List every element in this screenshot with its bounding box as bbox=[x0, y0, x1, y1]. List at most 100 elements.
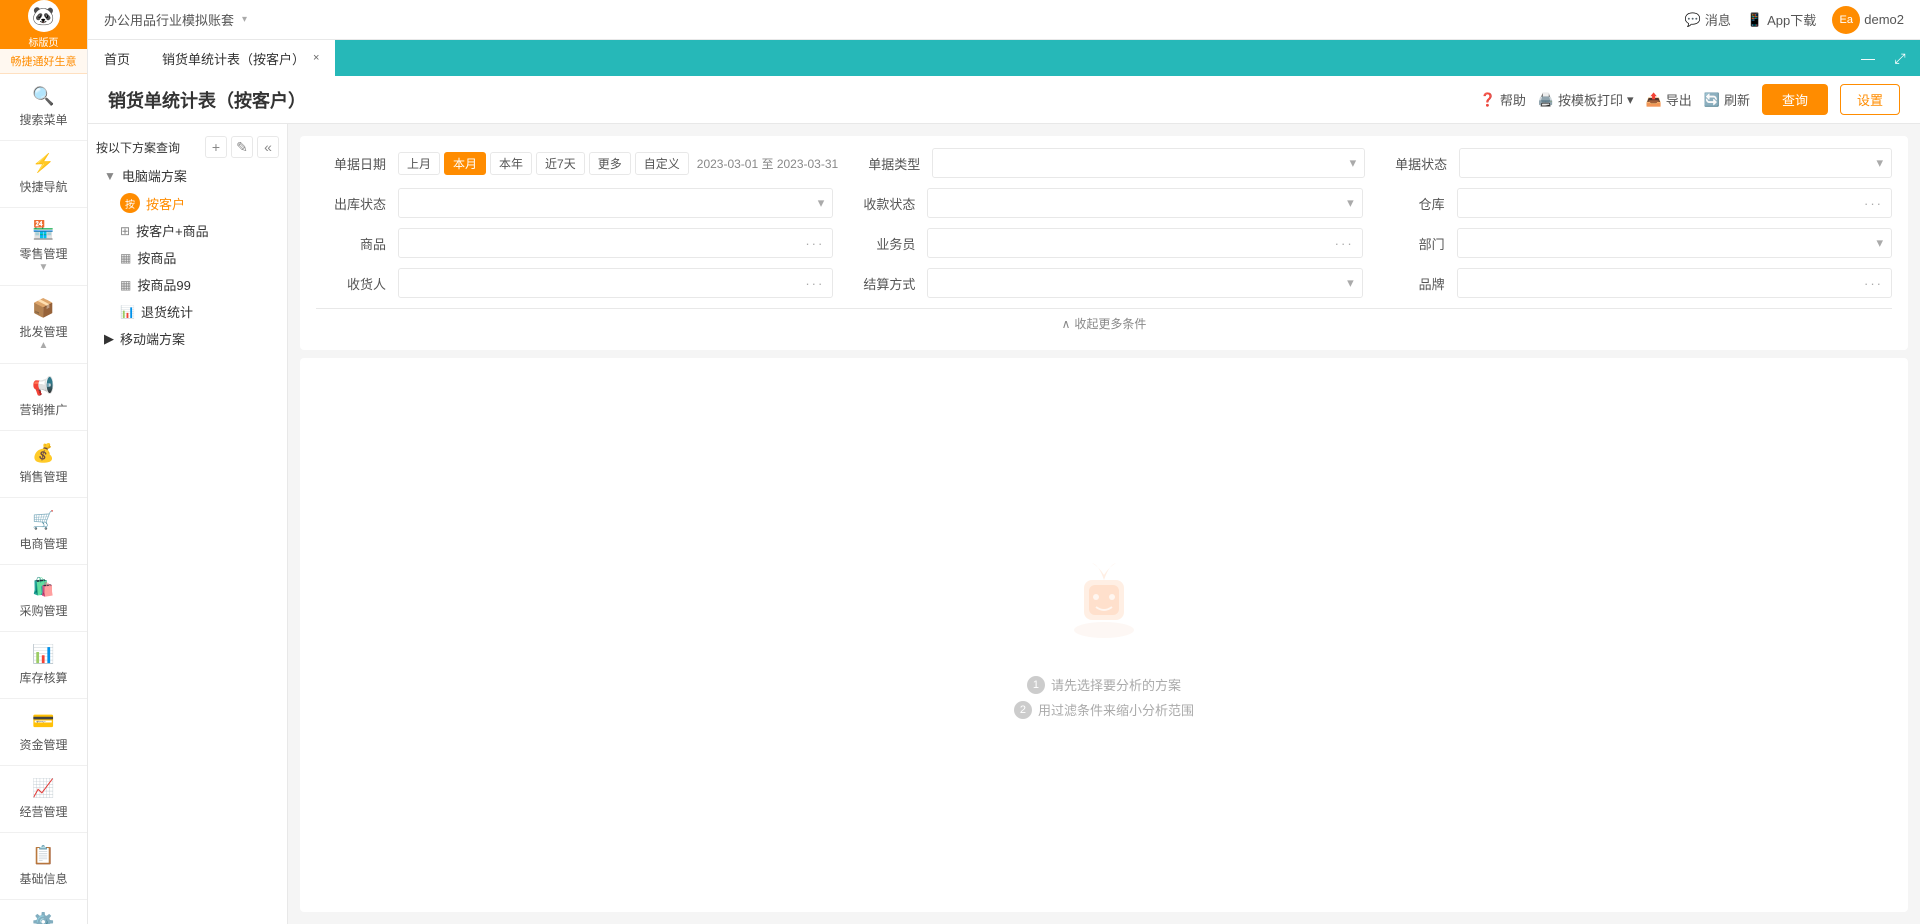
inventory-icon: 📊 bbox=[32, 644, 54, 665]
tab-home[interactable]: 首页 bbox=[88, 40, 146, 76]
sidebar-item-quicknav[interactable]: ⚡ 快捷导航 bbox=[0, 141, 88, 208]
message-btn[interactable]: 💬 消息 bbox=[1685, 10, 1731, 29]
tab-close-btn[interactable]: × bbox=[313, 52, 319, 64]
collapse-bar[interactable]: ∧ 收起更多条件 bbox=[316, 308, 1892, 338]
table2-icon: ▦ bbox=[120, 278, 131, 292]
date-range-display: 2023-03-01 至 2023-03-31 bbox=[697, 155, 838, 172]
tab-minimize-btn[interactable]: — bbox=[1856, 46, 1880, 70]
content: 销货单统计表（按客户） ❓ 帮助 🖨️ 按模板打印 ▾ 📤 导出 🔄 刷新 bbox=[88, 76, 1920, 924]
date-btn-more[interactable]: 更多 bbox=[589, 152, 631, 175]
filter-row-4: 收货人 ··· 结算方式 ▾ 品牌 ··· bbox=[316, 268, 1892, 298]
settings-button[interactable]: 设置 bbox=[1840, 84, 1900, 115]
goods-input[interactable]: ··· bbox=[398, 228, 833, 258]
sidebar-item-basic[interactable]: 📋 基础信息 bbox=[0, 833, 88, 900]
page-title: 销货单统计表（按客户） bbox=[108, 87, 306, 113]
sidebar-item-finance[interactable]: 💳 资金管理 bbox=[0, 699, 88, 766]
tree-child-goods99[interactable]: ▦ 按商品99 bbox=[88, 271, 287, 298]
order-status-label: 单据状态 bbox=[1377, 154, 1447, 173]
sidebar-item-ecommerce[interactable]: 🛒 电商管理 bbox=[0, 498, 88, 565]
filter-row-1: 单据日期 上月 本月 本年 近7天 更多 自定义 2023-03-01 至 20… bbox=[316, 148, 1892, 178]
export-btn[interactable]: 📤 导出 bbox=[1646, 90, 1692, 109]
table-icon: ▦ bbox=[120, 251, 131, 265]
department-label: 部门 bbox=[1375, 234, 1445, 253]
tree-child-by-goods[interactable]: ▦ 按商品 bbox=[88, 244, 287, 271]
refresh-btn[interactable]: 🔄 刷新 bbox=[1704, 90, 1750, 109]
order-status-arrow: ▾ bbox=[1876, 155, 1883, 171]
collapse-icon: ∧ bbox=[1062, 317, 1071, 331]
sidebar-label: 零售管理 bbox=[19, 245, 67, 262]
query-button[interactable]: 查询 bbox=[1762, 84, 1828, 115]
hint-num-1: 1 bbox=[1027, 676, 1045, 694]
date-btn-custom[interactable]: 自定义 bbox=[635, 152, 689, 175]
date-btn-last-month[interactable]: 上月 bbox=[398, 152, 440, 175]
filter-area: 单据日期 上月 本月 本年 近7天 更多 自定义 2023-03-01 至 20… bbox=[300, 136, 1908, 350]
payment-arrow: ▾ bbox=[1347, 195, 1354, 211]
salesperson-input[interactable]: ··· bbox=[927, 228, 1362, 258]
grid-icon: ⊞ bbox=[120, 224, 130, 238]
topbar-right: 💬 消息 📱 App下载 Ea demo2 bbox=[1685, 6, 1904, 34]
tab-sales-stats[interactable]: 销货单统计表（按客户） × bbox=[146, 40, 335, 76]
tree-child-return-stats[interactable]: 📊 退货统计 bbox=[88, 298, 287, 325]
quicknav-icon: ⚡ bbox=[32, 153, 54, 174]
sidebar-item-inventory[interactable]: 📊 库存核算 bbox=[0, 632, 88, 699]
help-btn[interactable]: ❓ 帮助 bbox=[1480, 90, 1526, 109]
logo-icon: 🐼 bbox=[28, 0, 60, 32]
logo-text: 标版页 bbox=[29, 34, 59, 49]
tab-maximize-btn[interactable]: ⤢ bbox=[1888, 46, 1912, 70]
tree-child-customer-goods[interactable]: ⊞ 按客户+商品 bbox=[88, 217, 287, 244]
sidebar-label: 经营管理 bbox=[19, 803, 67, 820]
date-btn-this-month[interactable]: 本月 bbox=[444, 152, 486, 175]
sidebar-item-search[interactable]: 🔍 搜索菜单 bbox=[0, 74, 88, 141]
empty-illustration bbox=[1054, 545, 1154, 659]
topbar: 办公用品行业模拟账套 ▾ 💬 消息 📱 App下载 Ea demo2 bbox=[88, 0, 1920, 40]
tree-section-mobile[interactable]: ▶ 移动端方案 bbox=[88, 325, 287, 352]
payment-select[interactable]: ▾ bbox=[927, 188, 1362, 218]
ecommerce-icon: 🛒 bbox=[32, 510, 54, 531]
edit-scheme-btn[interactable]: ✎ bbox=[231, 136, 253, 158]
sidebar-label: 基础信息 bbox=[19, 870, 67, 887]
tab-right-buttons: — ⤢ bbox=[1856, 46, 1920, 70]
print-template-btn[interactable]: 🖨️ 按模板打印 ▾ bbox=[1538, 90, 1634, 109]
outbound-label: 出库状态 bbox=[316, 194, 386, 213]
brand-input[interactable]: ··· bbox=[1457, 268, 1892, 298]
settlement-select[interactable]: ▾ bbox=[927, 268, 1362, 298]
date-btn-7days[interactable]: 近7天 bbox=[536, 152, 585, 175]
date-label: 单据日期 bbox=[316, 154, 386, 173]
operation-icon: 📈 bbox=[32, 778, 54, 799]
sidebar-item-operation[interactable]: 📈 经营管理 bbox=[0, 766, 88, 833]
avatar: Ea bbox=[1832, 6, 1860, 34]
sidebar-item-wholesale[interactable]: 📦 批发管理 ▲ bbox=[0, 286, 88, 364]
print-icon: 🖨️ bbox=[1538, 92, 1554, 108]
sidebar-item-marketing[interactable]: 📢 营销推广 bbox=[0, 364, 88, 431]
brand-label: 品牌 bbox=[1375, 274, 1445, 293]
download-icon: 📱 bbox=[1747, 12, 1763, 28]
order-status-select[interactable]: ▾ bbox=[1459, 148, 1892, 178]
app-dropdown-arrow[interactable]: ▾ bbox=[242, 14, 247, 25]
sidebar-item-system[interactable]: ⚙️ 系统管理 bbox=[0, 900, 88, 924]
consignee-label: 收货人 bbox=[316, 274, 386, 293]
empty-state: 1 请先选择要分析的方案 2 用过滤条件来缩小分析范围 bbox=[300, 358, 1908, 912]
right-panel: 单据日期 上月 本月 本年 近7天 更多 自定义 2023-03-01 至 20… bbox=[288, 124, 1920, 924]
order-type-select[interactable]: ▾ bbox=[932, 148, 1365, 178]
warehouse-input[interactable]: ··· bbox=[1457, 188, 1892, 218]
consignee-input[interactable]: ··· bbox=[398, 268, 833, 298]
sidebar-item-sales[interactable]: 💰 销售管理 bbox=[0, 431, 88, 498]
page-header: 销货单统计表（按客户） ❓ 帮助 🖨️ 按模板打印 ▾ 📤 导出 🔄 刷新 bbox=[88, 76, 1920, 124]
sidebar-item-retail[interactable]: 🏪 零售管理 ▼ bbox=[0, 208, 88, 286]
mobile-section-icon: ▶ bbox=[104, 331, 114, 347]
app-download-btn[interactable]: 📱 App下载 bbox=[1747, 10, 1816, 29]
filter-row-3: 商品 ··· 业务员 ··· 部门 ▾ bbox=[316, 228, 1892, 258]
outbound-select[interactable]: ▾ bbox=[398, 188, 833, 218]
sidebar-item-purchase[interactable]: 🛍️ 采购管理 bbox=[0, 565, 88, 632]
tree-section-pc[interactable]: ▼ 电脑端方案 bbox=[88, 162, 287, 189]
left-panel: 按以下方案查询 + ✎ « ▼ 电脑端方案 按 按客户 bbox=[88, 124, 288, 924]
tab-bar: 首页 销货单统计表（按客户） × — ⤢ bbox=[88, 40, 1920, 76]
sidebar-label: 批发管理 bbox=[19, 323, 67, 340]
system-icon: ⚙️ bbox=[32, 912, 54, 924]
add-scheme-btn[interactable]: + bbox=[205, 136, 227, 158]
collapse-panel-btn[interactable]: « bbox=[257, 136, 279, 158]
date-btn-this-year[interactable]: 本年 bbox=[490, 152, 532, 175]
department-select[interactable]: ▾ bbox=[1457, 228, 1892, 258]
tree-child-by-customer[interactable]: 按 按客户 bbox=[88, 189, 287, 217]
user-profile[interactable]: Ea demo2 bbox=[1832, 6, 1904, 34]
